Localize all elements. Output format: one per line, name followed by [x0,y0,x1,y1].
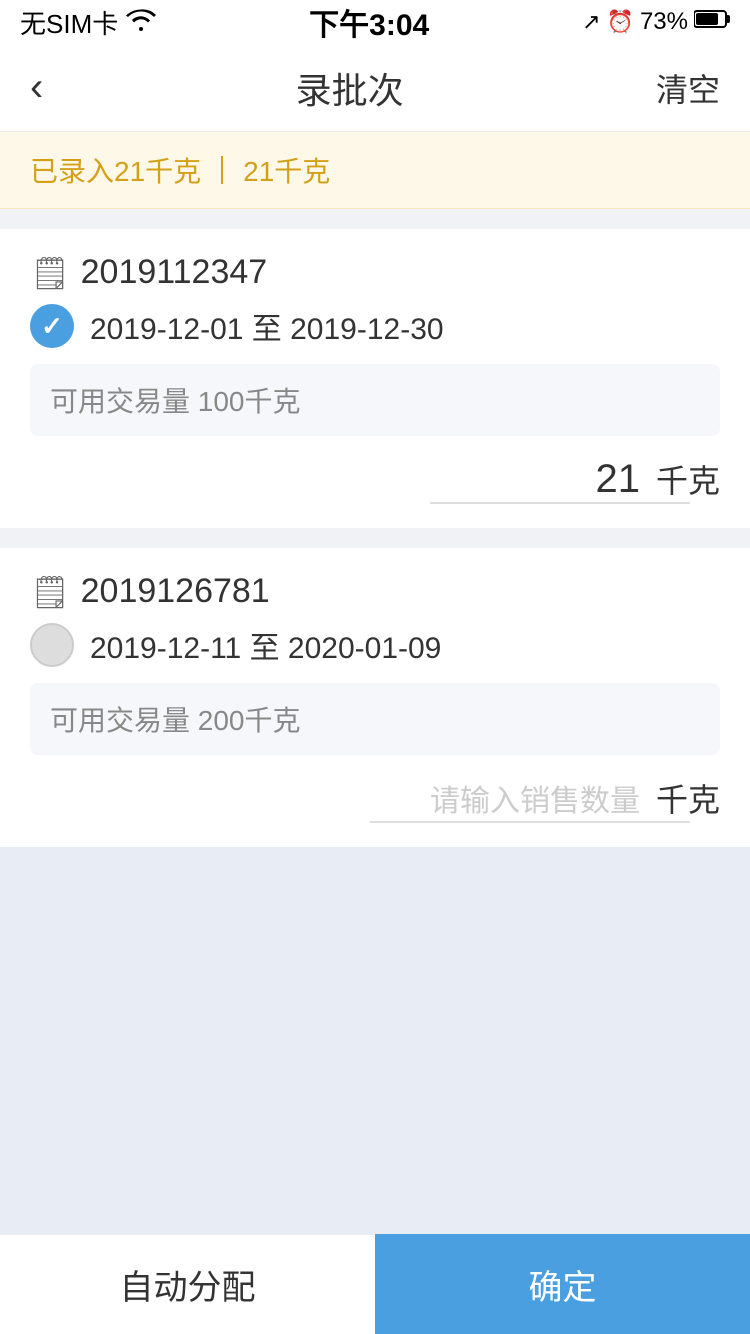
input-placeholder-2: 请输入销售数量 [430,776,640,820]
batch-2-radio[interactable] [30,623,74,667]
battery-icon [694,8,730,36]
content-area: 已录入21千克 21千克 🗒 2019112347 ✓ 2019-12-01 至… [0,132,750,1234]
quantity-value-1: 21 [595,457,640,502]
batch-2-date: 2019-12-11 至 2020-01-09 [90,623,441,667]
auto-distribute-button[interactable]: 自动分配 [0,1234,375,1334]
wifi-icon [126,7,156,38]
status-bar: 无SIM卡 下午3:04 ↗ ⏰ 73% [0,0,750,44]
bottom-bar: 自动分配 确定 [0,1234,750,1334]
batch-1-date-row[interactable]: ✓ 2019-12-01 至 2019-12-30 [30,304,720,348]
status-left: 无SIM卡 [20,4,156,41]
status-time: 下午3:04 [309,0,429,44]
clear-button[interactable]: 清空 [656,65,720,111]
batch-2-id: 2019126781 [81,572,270,611]
batch-item-1: 🗒 2019112347 ✓ 2019-12-01 至 2019-12-30 可… [0,229,750,436]
quantity-row-1: 21 千克 [0,436,750,502]
status-right: ↗ ⏰ 73% [582,8,730,36]
confirm-button[interactable]: 确定 [375,1234,750,1334]
batch-1-icon: 🗒 [30,254,71,292]
location-icon: ↗ [582,9,600,35]
check-icon: ✓ [41,311,63,342]
input-unit-2: 千克 [656,775,720,821]
batch-1-id: 2019112347 [81,253,268,292]
battery-text: 73% [640,8,688,36]
batch-1-date: 2019-12-01 至 2019-12-30 [90,304,444,348]
batch-2-icon: 🗒 [30,573,71,611]
batch-1-available: 可用交易量 100千克 [30,364,720,436]
info-banner: 已录入21千克 21千克 [0,132,750,209]
recorded-label: 已录入21千克 [30,150,201,190]
input-divider-2 [370,821,690,823]
page-title: 录批次 [296,62,404,114]
quantity-divider-1 [430,502,690,504]
batch-card-1: 🗒 2019112347 ✓ 2019-12-01 至 2019-12-30 可… [0,229,750,528]
spacer-area [0,847,750,1234]
back-button[interactable]: ‹ [30,65,43,110]
batch-2-header: 🗒 2019126781 [30,572,720,611]
batch-2-available: 可用交易量 200千克 [30,683,720,755]
batch-1-header: 🗒 2019112347 [30,253,720,292]
batch-card-2: 🗒 2019126781 2019-12-11 至 2020-01-09 可用交… [0,548,750,847]
info-divider [221,156,223,184]
input-row-2: 请输入销售数量 千克 [0,755,750,821]
quantity-unit-1: 千克 [656,456,720,502]
nav-bar: ‹ 录批次 清空 [0,44,750,132]
alarm-icon: ⏰ [607,9,634,35]
batch-1-radio[interactable]: ✓ [30,304,74,348]
carrier-text: 无SIM卡 [20,4,118,41]
recorded-value: 21千克 [243,150,330,190]
batch-2-date-row[interactable]: 2019-12-11 至 2020-01-09 [30,623,720,667]
batch-item-2: 🗒 2019126781 2019-12-11 至 2020-01-09 可用交… [0,548,750,755]
